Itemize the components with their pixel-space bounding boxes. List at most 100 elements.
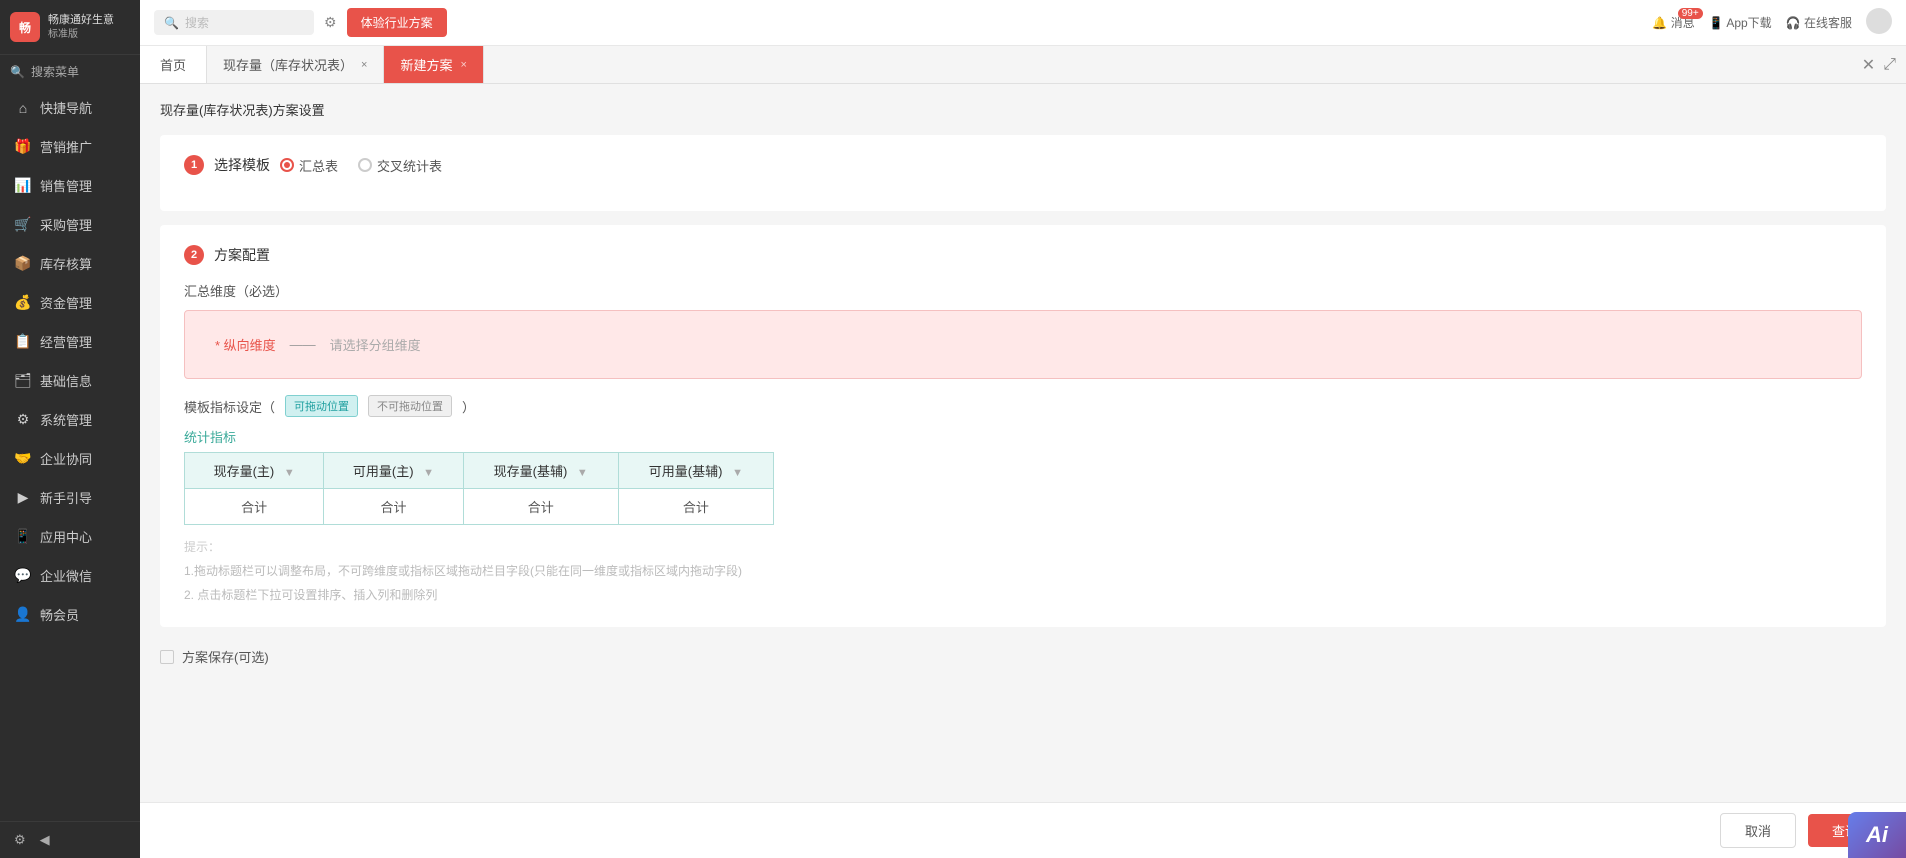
- save-checkbox[interactable]: [160, 650, 174, 664]
- radio-summary[interactable]: 汇总表: [280, 156, 338, 175]
- search-icon: 🔍: [10, 65, 25, 79]
- chart-icon: 📊: [14, 177, 32, 194]
- draggable-badge: 可拖动位置: [285, 395, 358, 417]
- gift-icon: 🎁: [14, 138, 32, 155]
- online-service-link[interactable]: 🎧 在线客服: [1786, 14, 1852, 31]
- app-download-link[interactable]: 📱 App下载: [1709, 14, 1772, 31]
- app-logo: 畅 畅康通好生意 标准版: [0, 0, 140, 55]
- ai-badge[interactable]: Ai: [1848, 812, 1906, 858]
- col-header-1[interactable]: 可用量(主) ▼: [324, 453, 463, 489]
- tabbar: 首页 现存量（库存状况表） × 新建方案 × ✕ ⤢: [140, 46, 1906, 84]
- tips-line-1: 1.拖动标题栏可以调整布局，不可跨维度或指标区域拖动栏目字段(只能在同一维度或指…: [184, 559, 1862, 583]
- footer-settings-icon[interactable]: ⚙: [14, 832, 26, 848]
- dimension-placeholder: 请选择分组维度: [330, 335, 421, 354]
- config-section: 汇总维度（必选） * 纵向维度 —— 请选择分组维度 模板指标设定（ 可拖动位置: [184, 281, 1862, 607]
- box-icon: 📦: [14, 255, 32, 272]
- folder-icon: 🗂: [14, 372, 32, 389]
- cell-0-2: 合计: [463, 489, 618, 525]
- step1-title: 选择模板: [214, 155, 270, 175]
- tips-section: 提示： 1.拖动标题栏可以调整布局，不可跨维度或指标区域拖动栏目字段(只能在同一…: [184, 535, 1862, 607]
- cart-icon: 🛒: [14, 216, 32, 233]
- col2-dropdown-arrow[interactable]: ▼: [577, 467, 588, 479]
- sidebar-item-sales[interactable]: 📊 销售管理: [0, 166, 140, 205]
- col1-dropdown-arrow[interactable]: ▼: [423, 467, 434, 479]
- sidebar-item-guide[interactable]: ▶ 新手引导: [0, 478, 140, 517]
- step1-block: 1 选择模板 汇总表 交叉统计表: [160, 135, 1886, 211]
- dimension-vertical-label: * 纵向维度: [215, 335, 276, 354]
- step2-block: 2 方案配置 汇总维度（必选） * 纵向维度 —— 请选择分组维度: [160, 225, 1886, 627]
- radio-cross[interactable]: 交叉统计表: [358, 156, 442, 175]
- cancel-button[interactable]: 取消: [1720, 813, 1796, 848]
- cell-0-0: 合计: [185, 489, 324, 525]
- col-header-0[interactable]: 现存量(主) ▼: [185, 453, 324, 489]
- sidebar-item-system[interactable]: ⚙ 系统管理: [0, 400, 140, 439]
- message-icon-wrap[interactable]: 🔔 消息 99+: [1652, 14, 1694, 31]
- sidebar-item-basic-info[interactable]: 🗂 基础信息: [0, 361, 140, 400]
- sidebar-item-finance[interactable]: 💰 资金管理: [0, 283, 140, 322]
- col-header-3[interactable]: 可用量(基辅) ▼: [618, 453, 773, 489]
- template-radio-group: 汇总表 交叉统计表: [280, 156, 442, 175]
- message-bell-icon: 🔔: [1652, 16, 1667, 30]
- money-icon: 💰: [14, 294, 32, 311]
- home-icon: ⌂: [14, 100, 32, 116]
- sidebar-item-app-center[interactable]: 📱 应用中心: [0, 517, 140, 556]
- tab-close-new-scheme[interactable]: ×: [460, 59, 466, 71]
- tab-inventory-status[interactable]: 现存量（库存状况表） ×: [207, 46, 384, 83]
- sidebar: 畅 畅康通好生意 标准版 🔍 搜索菜单 ⌂ 快捷导航 🎁 营销推广 📊 销售管理…: [0, 0, 140, 858]
- sidebar-item-inventory[interactable]: 📦 库存核算: [0, 244, 140, 283]
- industry-btn[interactable]: 体验行业方案: [347, 8, 447, 37]
- sidebar-item-purchase[interactable]: 🛒 采购管理: [0, 205, 140, 244]
- step2-num: 2: [184, 245, 204, 265]
- non-draggable-badge: 不可拖动位置: [368, 395, 452, 417]
- topbar-left: 🔍 搜索 ⚙ 体验行业方案: [154, 8, 447, 37]
- dimension-dash: ——: [290, 337, 316, 352]
- table-row: 合计 合计 合计 合计: [185, 489, 774, 525]
- mobile-download-icon: 📱: [1709, 16, 1724, 30]
- sidebar-item-management[interactable]: 📋 经营管理: [0, 322, 140, 361]
- indicator-setting: 模板指标设定（ 可拖动位置 不可拖动位置 ）: [184, 395, 1862, 417]
- tab-close-inventory[interactable]: ×: [361, 59, 367, 71]
- save-label: 方案保存(可选): [182, 647, 269, 666]
- step1-num: 1: [184, 155, 204, 175]
- footer-collapse-icon[interactable]: ◀: [40, 832, 50, 848]
- dimension-box[interactable]: * 纵向维度 —— 请选择分组维度: [184, 310, 1862, 379]
- tab-expand-icon[interactable]: ⤢: [1883, 56, 1896, 74]
- tab-home[interactable]: 首页: [140, 46, 207, 83]
- topbar-right: 🔔 消息 99+ 📱 App下载 🎧 在线客服: [1652, 8, 1892, 37]
- search-icon: 🔍: [164, 16, 179, 30]
- content-area: 现存量(库存状况表)方案设置 1 选择模板 汇总表 交叉统计表: [140, 84, 1906, 802]
- handshake-icon: 🤝: [14, 450, 32, 467]
- sidebar-item-member[interactable]: 👤 畅会员: [0, 595, 140, 634]
- search-menu-item[interactable]: 🔍 搜索菜单: [0, 55, 140, 88]
- tab-new-scheme[interactable]: 新建方案 ×: [384, 46, 483, 83]
- topbar: 🔍 搜索 ⚙ 体验行业方案 🔔 消息 99+ 📱 App下载 🎧 在线客服: [140, 0, 1906, 46]
- tabbar-actions: ✕ ⤢: [1862, 55, 1906, 75]
- topbar-search-box[interactable]: 🔍 搜索: [154, 10, 314, 35]
- dimension-section-label: 汇总维度（必选）: [184, 281, 1862, 300]
- user-icon: 👤: [14, 606, 32, 623]
- sidebar-nav: ⌂ 快捷导航 🎁 营销推广 📊 销售管理 🛒 采购管理 📦 库存核算 💰 资金管…: [0, 88, 140, 821]
- stats-table: 现存量(主) ▼ 可用量(主) ▼ 现存量(基辅) ▼: [184, 452, 774, 525]
- sidebar-item-quick-nav[interactable]: ⌂ 快捷导航: [0, 88, 140, 127]
- step1-header: 1 选择模板 汇总表 交叉统计表: [184, 155, 1862, 175]
- col-header-2[interactable]: 现存量(基辅) ▼: [463, 453, 618, 489]
- mobile-icon: 📱: [14, 528, 32, 545]
- settings-gear-icon[interactable]: ⚙: [324, 14, 337, 31]
- col0-dropdown-arrow[interactable]: ▼: [284, 467, 295, 479]
- step2-title: 方案配置: [214, 245, 270, 265]
- system-icon: ⚙: [14, 411, 32, 428]
- step2-header: 2 方案配置: [184, 245, 1862, 265]
- page-title: 现存量(库存状况表)方案设置: [160, 100, 1886, 119]
- sidebar-item-wechat[interactable]: 💬 企业微信: [0, 556, 140, 595]
- sidebar-item-contract[interactable]: 🤝 企业协同: [0, 439, 140, 478]
- sidebar-item-marketing[interactable]: 🎁 营销推广: [0, 127, 140, 166]
- headset-icon: 🎧: [1786, 16, 1801, 30]
- stats-label: 统计指标: [184, 427, 1862, 446]
- dimension-row: * 纵向维度 —— 请选择分组维度: [215, 335, 1831, 354]
- tips-line-2: 2. 点击标题栏下拉可设置排序、插入列和删除列: [184, 583, 1862, 607]
- col3-dropdown-arrow[interactable]: ▼: [732, 467, 743, 479]
- user-avatar[interactable]: [1866, 8, 1892, 37]
- save-option-row: 方案保存(可选): [160, 647, 1886, 666]
- wechat-icon: 💬: [14, 567, 32, 584]
- tab-close-all-icon[interactable]: ✕: [1862, 55, 1875, 75]
